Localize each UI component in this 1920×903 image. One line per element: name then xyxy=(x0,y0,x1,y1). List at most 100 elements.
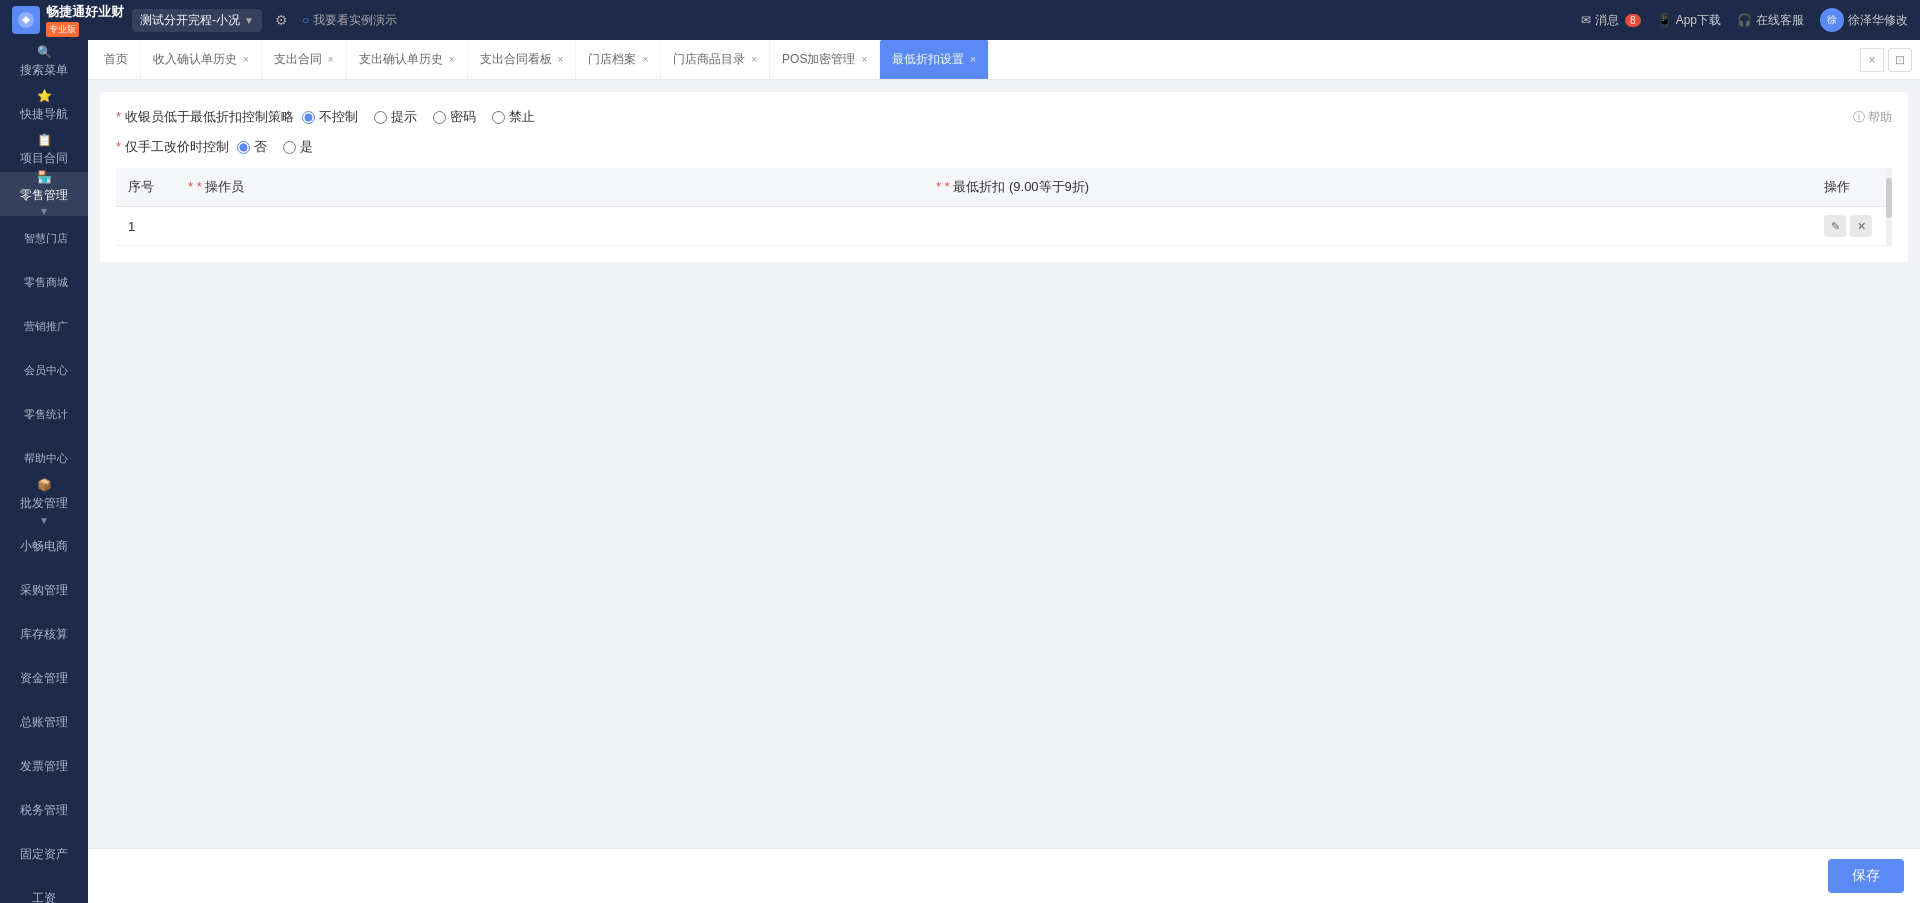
delete-row-btn[interactable]: ✕ xyxy=(1850,215,1872,237)
messages-btn[interactable]: ✉ 消息 8 xyxy=(1581,12,1641,29)
demo-link[interactable]: ○ 我要看实例演示 xyxy=(302,12,397,29)
tab-close-icon[interactable]: × xyxy=(970,55,976,65)
radio-forbidden-input[interactable] xyxy=(492,111,505,124)
table-scrollbar[interactable] xyxy=(1886,168,1892,246)
tab-label: 最低折扣设置 xyxy=(892,51,964,68)
settings-icon[interactable]: ⚙ xyxy=(270,8,294,32)
tab-pos-password[interactable]: POS加密管理 × xyxy=(770,40,880,80)
sidebar-item-quick-nav[interactable]: ⭐ 快捷导航 xyxy=(0,84,88,128)
radio-yes-input[interactable] xyxy=(283,141,296,154)
edit-row-btn[interactable]: ✎ xyxy=(1824,215,1846,237)
tab-payment-contract-board[interactable]: 支出合同看板 × xyxy=(468,40,577,80)
online-support-btn[interactable]: 🎧 在线客服 xyxy=(1737,12,1804,29)
tab-close-icon[interactable]: × xyxy=(243,55,249,65)
project-name: 测试分开完程-小况 xyxy=(140,12,240,29)
tab-label: 支出合同 xyxy=(274,51,322,68)
user-area[interactable]: 徐 徐泽华修改 xyxy=(1820,8,1908,32)
seq-value: 1 xyxy=(128,219,135,234)
tab-close-icon[interactable]: × xyxy=(558,55,564,65)
sidebar-item-member-center[interactable]: 会员中心 xyxy=(0,348,88,392)
radio-no-control[interactable]: 不控制 xyxy=(302,108,358,126)
sidebar-item-wholesale-mgmt[interactable]: 📦 批发管理 ▼ xyxy=(0,480,88,524)
messages-label: 消息 xyxy=(1595,12,1619,29)
sidebar-item-label: 零售统计 xyxy=(24,407,68,422)
sidebar-item-project-contract[interactable]: 📋 项目合同 xyxy=(0,128,88,172)
tab-bar-actions: × ⊡ xyxy=(1860,48,1916,72)
wholesale-mgmt-icon: 📦 xyxy=(37,478,52,492)
tab-income-confirm-history[interactable]: 收入确认单历史 × xyxy=(141,40,262,80)
table-scrollbar-thumb xyxy=(1886,178,1892,218)
sidebar-item-label: 小畅电商 xyxy=(20,538,68,555)
logo-icon xyxy=(12,6,40,34)
radio-no-control-input[interactable] xyxy=(302,111,315,124)
tab-label: 首页 xyxy=(104,51,128,68)
row-seq-cell: 1 xyxy=(116,207,176,246)
sidebar-item-ledger-mgmt[interactable]: 总账管理 xyxy=(0,700,88,744)
radio-reminder[interactable]: 提示 xyxy=(374,108,417,126)
sidebar-item-label: 搜索菜单 xyxy=(20,62,68,79)
tab-payment-confirm-history[interactable]: 支出确认单历史 × xyxy=(347,40,468,80)
help-link[interactable]: ⓘ 帮助 xyxy=(1853,109,1892,126)
sidebar-item-inventory-calc[interactable]: 库存核算 xyxy=(0,612,88,656)
sidebar-item-fixed-assets[interactable]: 固定资产 xyxy=(0,832,88,876)
row-action-icons: ✎ ✕ xyxy=(1824,215,1880,237)
app-download-btn[interactable]: 📱 App下载 xyxy=(1657,12,1721,29)
radio-password[interactable]: 密码 xyxy=(433,108,476,126)
sidebar-item-retail-mgmt[interactable]: 🏪 零售管理 ▲ xyxy=(0,172,88,216)
tab-store-archive[interactable]: 门店档案 × xyxy=(576,40,661,80)
sidebar-item-tax-mgmt[interactable]: 税务管理 xyxy=(0,788,88,832)
col-actions-label: 操作 xyxy=(1824,179,1850,194)
sidebar-item-smart-store[interactable]: 智慧门店 xyxy=(0,216,88,260)
radio-forbidden[interactable]: 禁止 xyxy=(492,108,535,126)
sidebar-item-fund-mgmt[interactable]: 资金管理 xyxy=(0,656,88,700)
tab-close-icon[interactable]: × xyxy=(642,55,648,65)
sidebar-item-help-center[interactable]: 帮助中心 xyxy=(0,436,88,480)
save-button[interactable]: 保存 xyxy=(1828,859,1904,893)
sidebar-item-purchase-mgmt[interactable]: 采购管理 xyxy=(0,568,88,612)
tab-close-icon[interactable]: × xyxy=(449,55,455,65)
field1-radio-group: 不控制 提示 密码 禁止 xyxy=(302,108,535,126)
sidebar-item-marketing[interactable]: 营销推广 xyxy=(0,304,88,348)
search-menu-icon: 🔍 xyxy=(37,45,52,59)
radio-yes[interactable]: 是 xyxy=(283,138,313,156)
sidebar-item-label: 固定资产 xyxy=(20,846,68,863)
radio-no-input[interactable] xyxy=(237,141,250,154)
sidebar-item-label: 总账管理 xyxy=(20,714,68,731)
tab-close-icon[interactable]: × xyxy=(328,55,334,65)
row-discount-cell[interactable] xyxy=(924,207,1812,246)
close-tab-btn[interactable]: × xyxy=(1860,48,1884,72)
app-download-label: App下载 xyxy=(1676,12,1721,29)
tab-close-icon[interactable]: × xyxy=(751,55,757,65)
sidebar-item-label: 库存核算 xyxy=(20,626,68,643)
avatar: 徐 xyxy=(1820,8,1844,32)
radio-yes-label: 是 xyxy=(300,138,313,156)
sidebar-item-retail-stats[interactable]: 零售统计 xyxy=(0,392,88,436)
tab-payment-contract[interactable]: 支出合同 × xyxy=(262,40,347,80)
sidebar-item-label: 发票管理 xyxy=(20,758,68,775)
sidebar-item-invoice-mgmt[interactable]: 发票管理 xyxy=(0,744,88,788)
field2-label: 仅手工改价时控制 xyxy=(116,138,229,156)
radio-reminder-input[interactable] xyxy=(374,111,387,124)
tab-store-products[interactable]: 门店商品目录 × xyxy=(661,40,770,80)
expand-tab-btn[interactable]: ⊡ xyxy=(1888,48,1912,72)
col-seq-header: 序号 xyxy=(116,168,176,207)
project-selector[interactable]: 测试分开完程-小况 ▼ xyxy=(132,9,262,32)
tab-min-discount[interactable]: 最低折扣设置 × xyxy=(880,40,989,80)
sidebar-item-salary[interactable]: 工资 xyxy=(0,876,88,903)
row-operator-cell[interactable] xyxy=(176,207,924,246)
col-actions-header: 操作 xyxy=(1812,168,1892,207)
field2-radio-group: 否 是 xyxy=(237,138,313,156)
wholesale-mgmt-arrow: ▼ xyxy=(39,515,49,526)
tab-close-icon[interactable]: × xyxy=(861,55,867,65)
tab-label: 收入确认单历史 xyxy=(153,51,237,68)
tab-label: 支出确认单历史 xyxy=(359,51,443,68)
message-icon: ✉ xyxy=(1581,13,1591,27)
sidebar-item-ecommerce[interactable]: 小畅电商 xyxy=(0,524,88,568)
radio-no[interactable]: 否 xyxy=(237,138,267,156)
radio-password-input[interactable] xyxy=(433,111,446,124)
sidebar-item-search-menu[interactable]: 🔍 搜索菜单 xyxy=(0,40,88,84)
tab-home[interactable]: 首页 xyxy=(92,40,141,80)
sidebar-item-retail-mall[interactable]: 零售商城 xyxy=(0,260,88,304)
help-icon: ⓘ xyxy=(1853,109,1865,126)
sidebar-item-label: 快捷导航 xyxy=(20,106,68,123)
